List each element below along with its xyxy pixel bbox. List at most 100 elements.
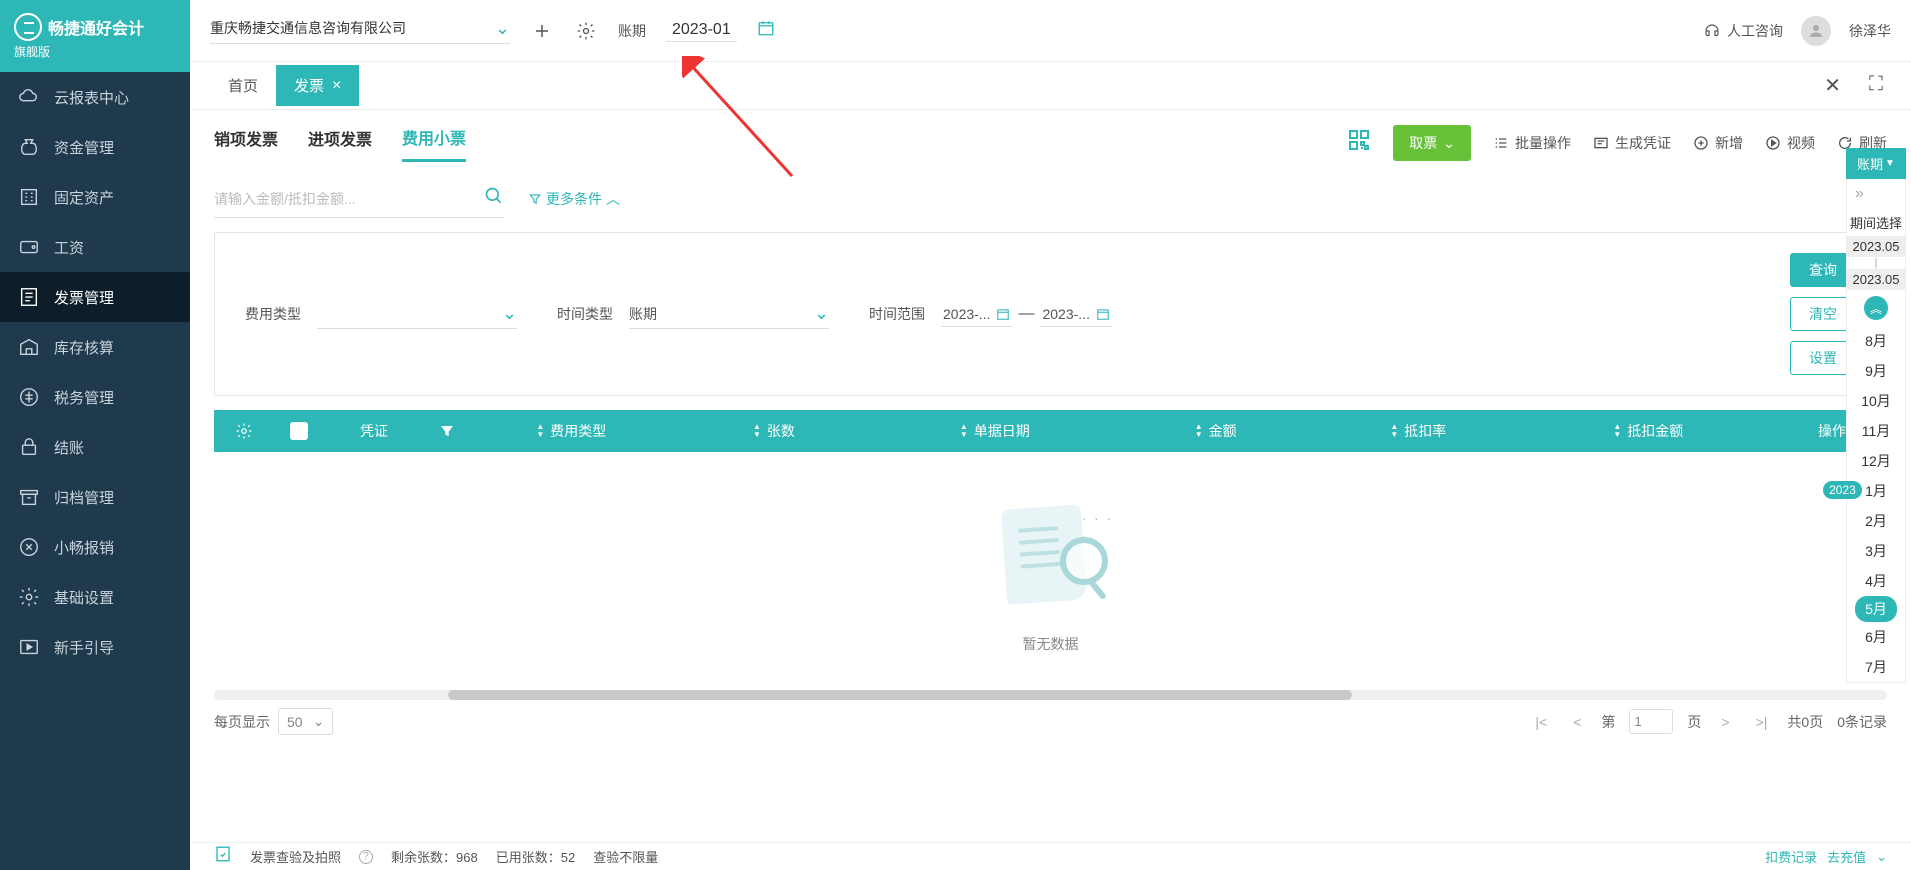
sidebar-item-report-center[interactable]: 云报表中心 <box>0 72 190 122</box>
last-page-button[interactable]: >| <box>1750 712 1774 732</box>
rail-scroll-up[interactable]: ︽ <box>1864 296 1888 320</box>
search-input[interactable] <box>214 191 484 207</box>
company-selector[interactable]: 重庆畅捷交通信息咨询有限公司 ⌄ <box>210 18 510 44</box>
next-page-button[interactable]: > <box>1715 712 1735 732</box>
lock-check-icon <box>18 436 40 458</box>
rail-month[interactable]: 9月 <box>1865 356 1887 386</box>
period-label: 账期 <box>618 21 646 41</box>
sidebar-item-label: 库存核算 <box>54 337 114 358</box>
fetch-invoice-button[interactable]: 取票 ⌄ <box>1393 125 1471 161</box>
voucher-icon <box>1593 135 1609 151</box>
date-to-input[interactable]: 2023-... <box>1040 302 1111 327</box>
sidebar-item-salary[interactable]: 工资 <box>0 222 190 272</box>
rail-month[interactable]: 2月 <box>1865 506 1887 536</box>
deduct-log-link[interactable]: 扣费记录 <box>1765 847 1817 866</box>
rail-month[interactable]: 2023 1月 <box>1865 476 1887 506</box>
rail-month[interactable]: 3月 <box>1865 536 1887 566</box>
calendar-icon[interactable] <box>757 19 775 42</box>
col-filter-button[interactable] <box>424 423 470 439</box>
rail-month[interactable]: 11月 <box>1862 416 1891 446</box>
date-from-input[interactable]: 2023-... <box>941 302 1012 327</box>
rail-month-current[interactable]: 5月 <box>1855 596 1897 622</box>
sidebar-item-tax[interactable]: 税务管理 <box>0 372 190 422</box>
batch-action-button[interactable]: 批量操作 <box>1493 133 1571 153</box>
sidebar-item-archive[interactable]: 归档管理 <box>0 472 190 522</box>
col-deduct-rate[interactable]: ▲▼抵扣率 <box>1317 421 1520 441</box>
calendar-icon <box>996 307 1010 321</box>
time-type-select[interactable]: 账期 ⌄ <box>629 299 829 329</box>
calendar-icon <box>1096 307 1110 321</box>
brand-edition: 旗舰版 <box>14 43 190 60</box>
user-name[interactable]: 徐泽华 <box>1849 21 1891 41</box>
gen-voucher-button[interactable]: 生成凭证 <box>1593 133 1671 153</box>
sidebar: 畅捷通好会计 旗舰版 云报表中心 资金管理 固定资产 工资 发票管理 库存核算 <box>0 0 190 870</box>
recharge-link[interactable]: 去充值 <box>1827 847 1866 866</box>
video-button[interactable]: 视频 <box>1765 133 1815 153</box>
qr-icon[interactable] <box>1347 128 1371 158</box>
consult-link[interactable]: 人工咨询 <box>1703 21 1783 41</box>
rail-month[interactable]: 4月 <box>1865 566 1887 596</box>
prev-page-button[interactable]: < <box>1567 712 1587 732</box>
rail-month[interactable]: 7月 <box>1865 652 1887 682</box>
sidebar-item-label: 固定资产 <box>54 187 114 208</box>
per-page-select[interactable]: 50 ⌄ <box>278 708 333 735</box>
col-count[interactable]: ▲▼张数 <box>673 421 876 441</box>
expense-type-label: 费用类型 <box>245 304 301 324</box>
subtab-purchase[interactable]: 进项发票 <box>308 126 372 160</box>
main: 重庆畅捷交通信息咨询有限公司 ⌄ 账期 2023-01 人工咨询 <box>190 0 1911 870</box>
expense-type-select[interactable]: ⌄ <box>317 299 517 329</box>
action-label: 视频 <box>1787 133 1815 153</box>
rail-range-from[interactable]: 2023.05 <box>1847 236 1905 257</box>
col-deduct-amount[interactable]: ▲▼抵扣金额 <box>1520 421 1777 441</box>
sidebar-item-settings[interactable]: 基础设置 <box>0 572 190 622</box>
user-avatar[interactable] <box>1801 16 1831 46</box>
filter-panel: 费用类型 ⌄ 时间类型 账期 ⌄ 时间范围 2023 <box>214 232 1887 396</box>
more-conditions-toggle[interactable]: 更多条件 ︿ <box>528 189 620 209</box>
first-page-button[interactable]: |< <box>1529 712 1553 732</box>
close-icon[interactable]: × <box>332 77 341 95</box>
close-all-button[interactable]: ✕ <box>1816 69 1849 102</box>
funnel-icon <box>439 423 455 439</box>
search-icon[interactable] <box>484 186 504 211</box>
horizontal-scrollbar[interactable] <box>214 690 1887 700</box>
rail-collapse-button[interactable]: » <box>1849 179 1870 209</box>
sidebar-item-guide[interactable]: 新手引导 <box>0 622 190 672</box>
search-box[interactable] <box>214 180 504 218</box>
select-all-checkbox[interactable] <box>274 422 324 440</box>
sidebar-item-label: 新手引导 <box>54 637 114 658</box>
rail-month[interactable]: 10月 <box>1861 386 1891 416</box>
chevron-down-icon[interactable]: ⌄ <box>1876 849 1887 865</box>
tab-home[interactable]: 首页 <box>210 65 276 106</box>
sidebar-item-fixed-asset[interactable]: 固定资产 <box>0 172 190 222</box>
period-rail: » 期间选择 2023.05 | 2023.05 ︽ 8月 9月 10月 11月… <box>1846 178 1906 683</box>
sidebar-item-reimburse[interactable]: 小畅报销 <box>0 522 190 572</box>
subtab-expense[interactable]: 费用小票 <box>402 125 466 162</box>
sidebar-item-closing[interactable]: 结账 <box>0 422 190 472</box>
add-company-button[interactable] <box>530 19 554 43</box>
page-number-input[interactable] <box>1629 709 1673 734</box>
col-label: 费用类型 <box>550 421 606 441</box>
col-voucher[interactable]: 凭证 <box>324 421 424 441</box>
settings-button[interactable] <box>574 19 598 43</box>
sidebar-item-invoice[interactable]: 发票管理 <box>0 272 190 322</box>
fullscreen-button[interactable]: ⛶ <box>1861 69 1891 102</box>
scroll-thumb[interactable] <box>448 690 1351 700</box>
rail-header-button[interactable]: 账期 ▼ <box>1846 148 1906 179</box>
rail-range-to[interactable]: 2023.05 <box>1847 269 1905 290</box>
period-value[interactable]: 2023-01 <box>666 19 737 42</box>
sidebar-item-fund[interactable]: 资金管理 <box>0 122 190 172</box>
add-button[interactable]: 新增 <box>1693 133 1743 153</box>
rail-month[interactable]: 12月 <box>1861 446 1891 476</box>
column-settings-button[interactable] <box>214 422 274 440</box>
rail-month[interactable]: 8月 <box>1865 326 1887 356</box>
rail-month[interactable]: 6月 <box>1865 622 1887 652</box>
subtab-sales[interactable]: 销项发票 <box>214 126 278 160</box>
col-doc-date[interactable]: ▲▼单据日期 <box>875 421 1114 441</box>
sort-icon: ▲▼ <box>753 423 761 439</box>
sidebar-item-inventory[interactable]: 库存核算 <box>0 322 190 372</box>
tab-invoice[interactable]: 发票 × <box>276 65 359 106</box>
action-label: 新增 <box>1715 133 1743 153</box>
col-amount[interactable]: ▲▼金额 <box>1114 421 1317 441</box>
help-icon[interactable]: ? <box>359 850 373 864</box>
col-expense-type[interactable]: ▲▼费用类型 <box>470 421 673 441</box>
